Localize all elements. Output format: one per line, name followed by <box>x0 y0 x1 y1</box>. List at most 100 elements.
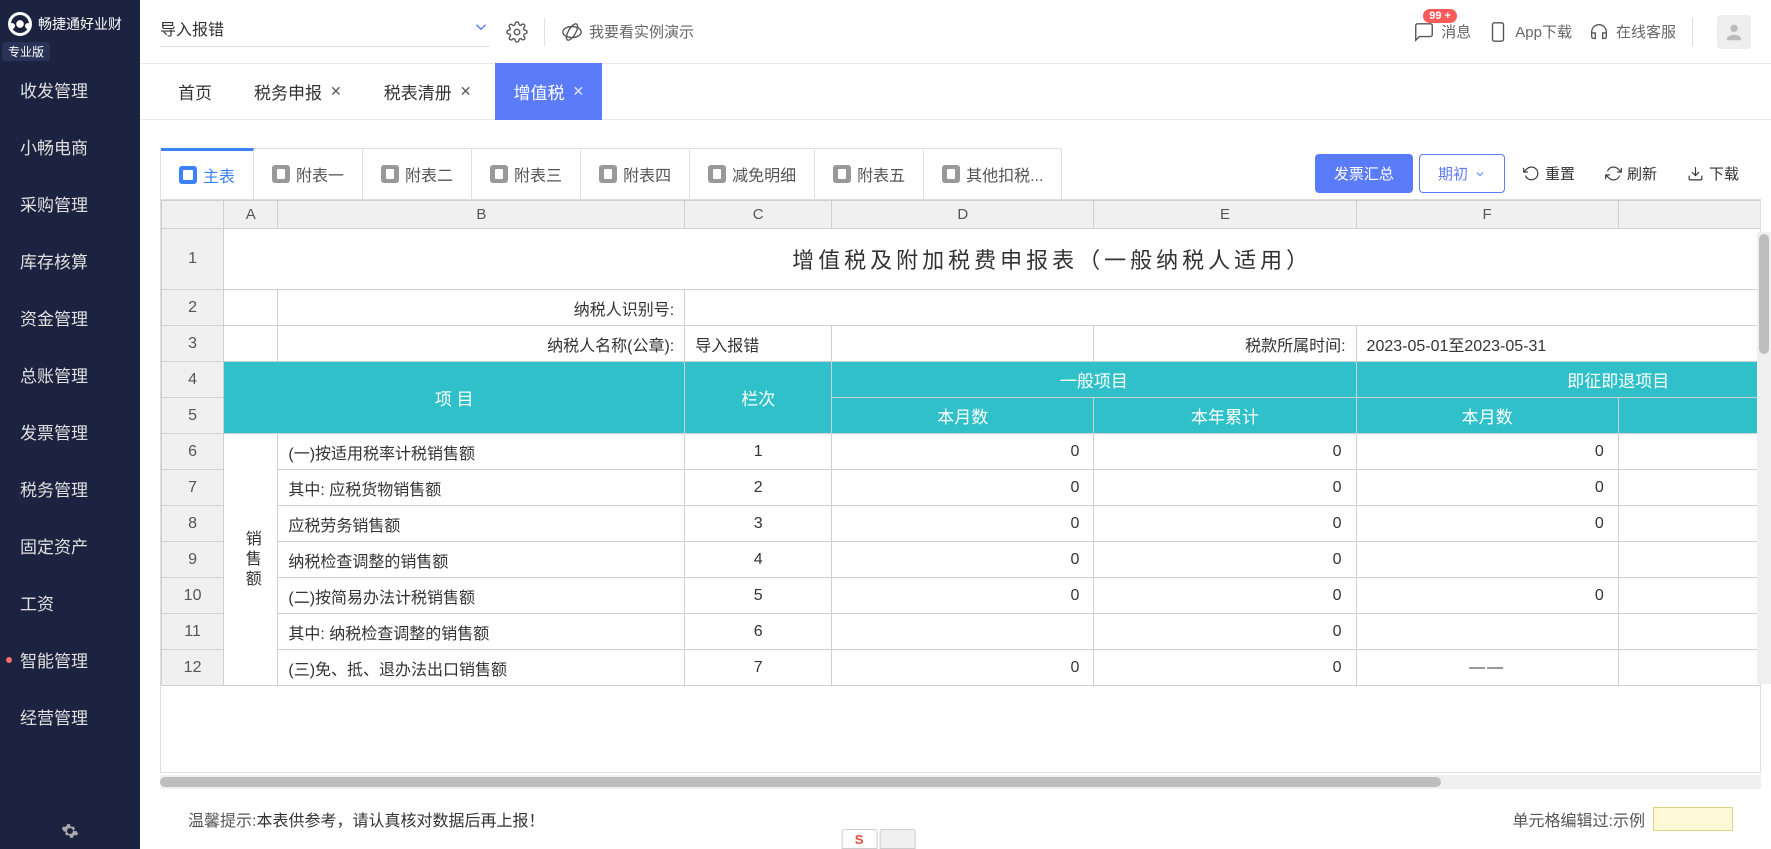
taxpayer-name-label[interactable]: 纳税人名称(公章): <box>278 326 685 362</box>
cell[interactable]: 应税劳务销售额 <box>278 506 685 542</box>
nav-item-funds[interactable]: 资金管理 <box>0 289 140 346</box>
cell[interactable]: 0 <box>1356 578 1618 614</box>
cell[interactable]: 6 <box>685 614 832 650</box>
taxpayer-id-label[interactable]: 纳税人识别号: <box>278 290 685 326</box>
report-title[interactable]: 增值税及附加税费申报表（一般纳税人适用） <box>224 229 1761 290</box>
settings-gear-icon[interactable] <box>506 21 528 43</box>
row-header[interactable]: 6 <box>162 434 224 470</box>
side-label[interactable]: 销售额 <box>224 434 278 686</box>
header-month2[interactable]: 本月数 <box>1356 398 1618 434</box>
app-download-button[interactable]: App下载 <box>1487 21 1572 43</box>
sheet-tab-other[interactable]: 其他扣税... <box>924 149 1061 199</box>
header-refund[interactable]: 即征即退项目 <box>1356 362 1761 398</box>
user-avatar[interactable] <box>1717 15 1751 49</box>
cell[interactable]: 1 <box>685 434 832 470</box>
col-header[interactable]: F <box>1356 201 1618 229</box>
settings-icon[interactable] <box>61 822 79 840</box>
row-header[interactable]: 7 <box>162 470 224 506</box>
ime-sogou-icon[interactable]: S <box>841 829 877 849</box>
nav-item-business[interactable]: 经营管理 <box>0 688 140 745</box>
vertical-scrollbar[interactable] <box>1757 232 1771 684</box>
sheet-tab-main[interactable]: 主表 <box>161 148 254 199</box>
nav-item-purchase[interactable]: 采购管理 <box>0 175 140 232</box>
invoice-summary-button[interactable]: 发票汇总 <box>1315 154 1413 193</box>
search-combo[interactable]: 导入报错 <box>160 16 490 47</box>
cell[interactable] <box>1618 614 1761 650</box>
sheet-tab-a4[interactable]: 附表四 <box>581 149 690 199</box>
sheet-tab-a1[interactable]: 附表一 <box>254 149 363 199</box>
nav-item-inventory[interactable]: 库存核算 <box>0 232 140 289</box>
col-header[interactable] <box>1618 201 1761 229</box>
cell[interactable]: 0 <box>832 506 1094 542</box>
cell[interactable]: 0 <box>832 470 1094 506</box>
horizontal-scrollbar[interactable] <box>160 775 1761 789</box>
cell[interactable]: 7 <box>685 650 832 686</box>
cell[interactable]: 4 <box>685 542 832 578</box>
sheet-scroller[interactable]: A B C D E F 1 增值税及附加税费申报表（一般纳税人适用） 2 <box>160 199 1761 773</box>
cell[interactable]: 0 <box>832 542 1094 578</box>
nav-item-invoice[interactable]: 发票管理 <box>0 403 140 460</box>
tab-home[interactable]: 首页 <box>160 63 230 120</box>
nav-item-ledger[interactable]: 总账管理 <box>0 346 140 403</box>
cell[interactable]: 其中: 纳税检查调整的销售额 <box>278 614 685 650</box>
cell[interactable]: 5 <box>685 578 832 614</box>
cell[interactable] <box>1618 434 1761 470</box>
period-button[interactable]: 期初 <box>1419 154 1505 193</box>
reset-button[interactable]: 重置 <box>1511 155 1587 192</box>
close-icon[interactable]: ✕ <box>572 83 584 100</box>
cell[interactable]: 0 <box>1094 434 1356 470</box>
cell[interactable]: 0 <box>1094 506 1356 542</box>
cell[interactable]: 0 <box>1094 650 1356 686</box>
close-icon[interactable]: ✕ <box>330 83 342 100</box>
period-value[interactable]: 2023-05-01至2023-05-31 <box>1356 326 1761 362</box>
row-header[interactable]: 8 <box>162 506 224 542</box>
customer-service-button[interactable]: 在线客服 <box>1588 21 1676 43</box>
col-header[interactable]: C <box>685 201 832 229</box>
cell[interactable] <box>1356 542 1618 578</box>
row-header[interactable]: 3 <box>162 326 224 362</box>
cell[interactable]: 0 <box>1356 434 1618 470</box>
cell[interactable]: 0 <box>1094 470 1356 506</box>
cell[interactable]: 0 <box>832 578 1094 614</box>
cell[interactable] <box>1618 470 1761 506</box>
cell[interactable]: 0 <box>1356 470 1618 506</box>
nav-item-tax[interactable]: 税务管理 <box>0 460 140 517</box>
cell[interactable]: 其中: 应税货物销售额 <box>278 470 685 506</box>
tab-vat[interactable]: 增值税✕ <box>495 63 602 120</box>
row-header[interactable]: 11 <box>162 614 224 650</box>
sheet-tab-a5[interactable]: 附表五 <box>815 149 924 199</box>
cell[interactable] <box>1618 650 1761 686</box>
nav-item-ecommerce[interactable]: 小畅电商 <box>0 118 140 175</box>
row-header[interactable]: 10 <box>162 578 224 614</box>
cell[interactable] <box>1618 542 1761 578</box>
cell[interactable]: 0 <box>1094 578 1356 614</box>
cell[interactable] <box>1356 614 1618 650</box>
demo-link[interactable]: 我要看实例演示 <box>561 21 694 43</box>
ime-item[interactable] <box>879 829 915 849</box>
cell[interactable] <box>1618 506 1761 542</box>
row-header[interactable]: 9 <box>162 542 224 578</box>
header-project[interactable]: 项 目 <box>224 362 685 434</box>
sheet-tab-a2[interactable]: 附表二 <box>363 149 472 199</box>
cell[interactable]: 纳税检查调整的销售额 <box>278 542 685 578</box>
corner-cell[interactable] <box>162 201 224 229</box>
nav-item-shipping[interactable]: 收发管理 <box>0 73 140 118</box>
header-year[interactable]: 本年累计 <box>1094 398 1356 434</box>
tab-tax-list[interactable]: 税表清册✕ <box>366 63 490 120</box>
cell[interactable]: 0 <box>1094 542 1356 578</box>
messages-button[interactable]: 99 + 消息 <box>1413 21 1471 43</box>
cell[interactable]: (三)免、抵、退办法出口销售额 <box>278 650 685 686</box>
taxpayer-name-value[interactable]: 导入报错 <box>685 326 832 362</box>
refresh-button[interactable]: 刷新 <box>1593 155 1669 192</box>
close-icon[interactable]: ✕ <box>460 83 472 100</box>
cell[interactable]: 0 <box>832 650 1094 686</box>
header-general[interactable]: 一般项目 <box>832 362 1356 398</box>
cell[interactable]: 0 <box>1356 506 1618 542</box>
col-header[interactable]: E <box>1094 201 1356 229</box>
header-month[interactable]: 本月数 <box>832 398 1094 434</box>
cell[interactable]: 0 <box>832 434 1094 470</box>
row-header[interactable]: 4 <box>162 362 224 398</box>
cell[interactable] <box>1618 578 1761 614</box>
sheet-tab-reduce[interactable]: 减免明细 <box>690 149 815 199</box>
row-header[interactable]: 5 <box>162 398 224 434</box>
